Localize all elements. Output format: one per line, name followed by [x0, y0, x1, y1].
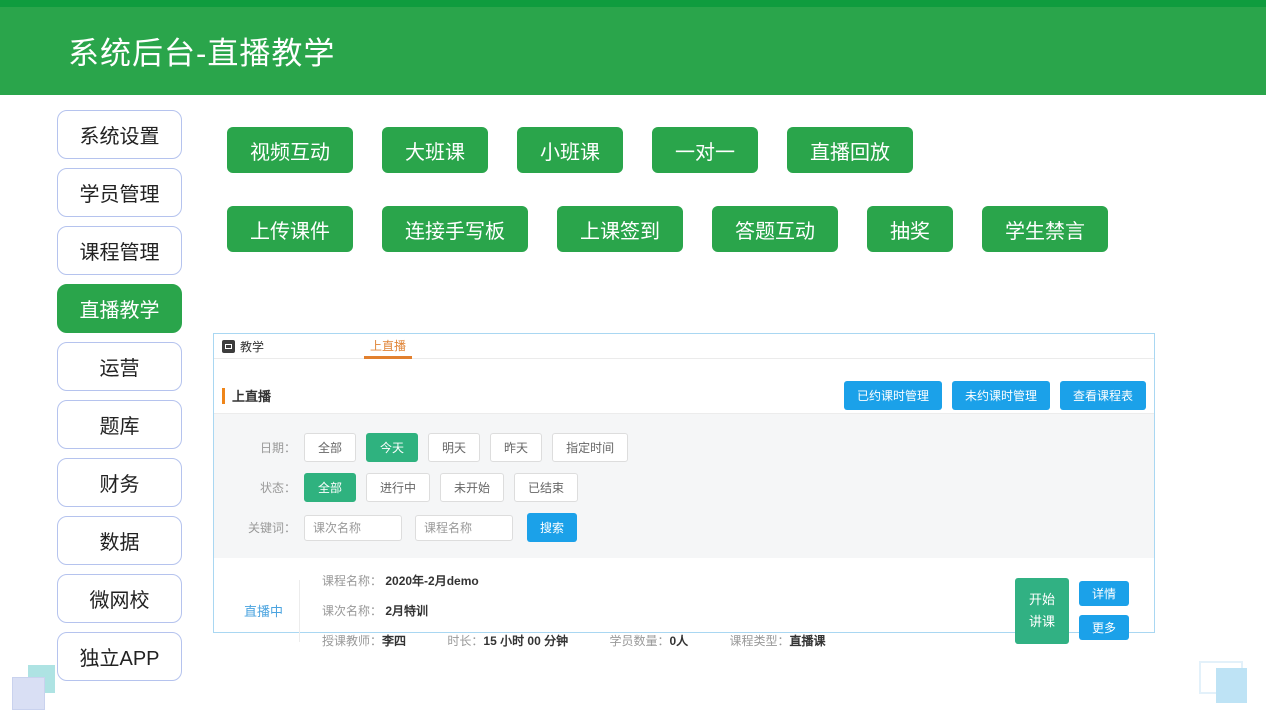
section-title: 上直播	[232, 386, 271, 405]
sidebar-item-live-teaching[interactable]: 直播教学	[57, 284, 182, 333]
breadcrumb: 教学	[222, 334, 264, 358]
keyword-filter-label: 关键词：	[238, 519, 296, 536]
upload-courseware-button[interactable]: 上传课件	[227, 206, 353, 252]
date-chip-all[interactable]: 全部	[304, 433, 356, 462]
section-actions: 已约课时管理 未约课时管理 查看课程表	[844, 381, 1146, 410]
lesson-name-value: 2月特训	[385, 604, 428, 618]
decoration-square-lavender	[12, 677, 45, 710]
panel-tabbar: 教学 上直播	[214, 334, 1154, 359]
date-chip-yesterday[interactable]: 昨天	[490, 433, 542, 462]
page-title: 系统后台-直播教学	[68, 28, 335, 73]
tab-go-live[interactable]: 上直播	[364, 334, 412, 359]
teaching-icon	[222, 340, 235, 353]
quiz-interaction-button[interactable]: 答题互动	[712, 206, 838, 252]
date-filter-label: 日期：	[238, 439, 296, 456]
course-row: 直播中 课程名称： 2020年-2月demo 课次名称： 2月特训 授课教师：李…	[214, 558, 1154, 663]
sidebar-item-system-settings[interactable]: 系统设置	[57, 110, 182, 159]
course-name-line: 课程名称： 2020年-2月demo	[322, 572, 1015, 589]
booked-hours-button[interactable]: 已约课时管理	[844, 381, 942, 410]
status-chip-ongoing[interactable]: 进行中	[366, 473, 430, 502]
date-chip-tomorrow[interactable]: 明天	[428, 433, 480, 462]
sidebar-item-finance[interactable]: 财务	[57, 458, 182, 507]
start-teaching-button[interactable]: 开始讲课	[1015, 578, 1069, 644]
course-name-value: 2020年-2月demo	[385, 574, 478, 588]
app-header: 系统后台-直播教学	[0, 0, 1266, 95]
status-chip-all[interactable]: 全部	[304, 473, 356, 502]
large-class-button[interactable]: 大班课	[382, 127, 488, 173]
student-count-meta: 学员数量：0人	[609, 634, 688, 648]
course-name-input[interactable]	[415, 515, 513, 541]
mute-students-button[interactable]: 学生禁言	[982, 206, 1108, 252]
keyword-filter-row: 关键词： 搜索	[238, 513, 1154, 542]
lesson-name-label: 课次名称：	[322, 604, 382, 618]
lottery-button[interactable]: 抽奖	[867, 206, 953, 252]
connect-tablet-button[interactable]: 连接手写板	[382, 206, 528, 252]
lesson-name-line: 课次名称： 2月特训	[322, 602, 1015, 619]
secondary-actions: 详情 更多	[1079, 581, 1129, 640]
live-class-panel: 教学 上直播 上直播 已约课时管理 未约课时管理 查看课程表 日期： 全部 今天…	[213, 333, 1155, 633]
search-button[interactable]: 搜索	[527, 513, 577, 542]
section-header: 上直播 已约课时管理 未约课时管理 查看课程表	[214, 378, 1154, 414]
small-class-button[interactable]: 小班课	[517, 127, 623, 173]
sidebar-item-standalone-app[interactable]: 独立APP	[57, 632, 182, 681]
class-checkin-button[interactable]: 上课签到	[557, 206, 683, 252]
lesson-name-input[interactable]	[304, 515, 402, 541]
unbooked-hours-button[interactable]: 未约课时管理	[952, 381, 1050, 410]
course-fields: 课程名称： 2020年-2月demo 课次名称： 2月特训 授课教师：李四 时长…	[322, 572, 1015, 649]
view-schedule-button[interactable]: 查看课程表	[1060, 381, 1146, 410]
filter-area: 日期： 全部 今天 明天 昨天 指定时间 状态： 全部 进行中 未开始 已结束 …	[214, 414, 1154, 558]
sidebar-item-operations[interactable]: 运营	[57, 342, 182, 391]
status-filter-label: 状态：	[238, 479, 296, 496]
sidebar-item-micro-school[interactable]: 微网校	[57, 574, 182, 623]
status-chip-finished[interactable]: 已结束	[514, 473, 578, 502]
video-interaction-button[interactable]: 视频互动	[227, 127, 353, 173]
details-button[interactable]: 详情	[1079, 581, 1129, 606]
date-filter-row: 日期： 全部 今天 明天 昨天 指定时间	[238, 433, 1154, 462]
breadcrumb-label: 教学	[240, 338, 264, 355]
more-button[interactable]: 更多	[1079, 615, 1129, 640]
status-chip-not-started[interactable]: 未开始	[440, 473, 504, 502]
live-status-badge: 直播中	[244, 601, 299, 620]
feature-buttons: 视频互动 大班课 小班课 一对一 直播回放 上传课件 连接手写板 上课签到 答题…	[227, 127, 1187, 285]
sidebar-item-student-management[interactable]: 学员管理	[57, 168, 182, 217]
section-accent-bar	[222, 388, 225, 404]
one-on-one-button[interactable]: 一对一	[652, 127, 758, 173]
date-chip-custom[interactable]: 指定时间	[552, 433, 628, 462]
course-name-label: 课程名称：	[322, 574, 382, 588]
row-divider	[299, 580, 300, 642]
status-filter-row: 状态： 全部 进行中 未开始 已结束	[238, 473, 1154, 502]
live-replay-button[interactable]: 直播回放	[787, 127, 913, 173]
feature-row-2: 上传课件 连接手写板 上课签到 答题互动 抽奖 学生禁言	[227, 206, 1187, 252]
sidebar-item-data[interactable]: 数据	[57, 516, 182, 565]
date-chip-today[interactable]: 今天	[366, 433, 418, 462]
teacher-meta: 授课教师：李四	[322, 634, 406, 648]
decoration-square-blue	[1216, 668, 1247, 703]
course-row-actions: 开始讲课 详情 更多	[1015, 578, 1129, 644]
duration-meta: 时长：15 小时 00 分钟	[447, 634, 568, 648]
sidebar-item-course-management[interactable]: 课程管理	[57, 226, 182, 275]
feature-row-1: 视频互动 大班课 小班课 一对一 直播回放	[227, 127, 1187, 173]
course-type-meta: 课程类型：直播课	[729, 634, 825, 648]
sidebar: 系统设置 学员管理 课程管理 直播教学 运营 题库 财务 数据 微网校 独立AP…	[57, 110, 182, 681]
sidebar-item-question-bank[interactable]: 题库	[57, 400, 182, 449]
course-meta-line: 授课教师：李四 时长：15 小时 00 分钟 学员数量：0人 课程类型：直播课	[322, 632, 1015, 649]
